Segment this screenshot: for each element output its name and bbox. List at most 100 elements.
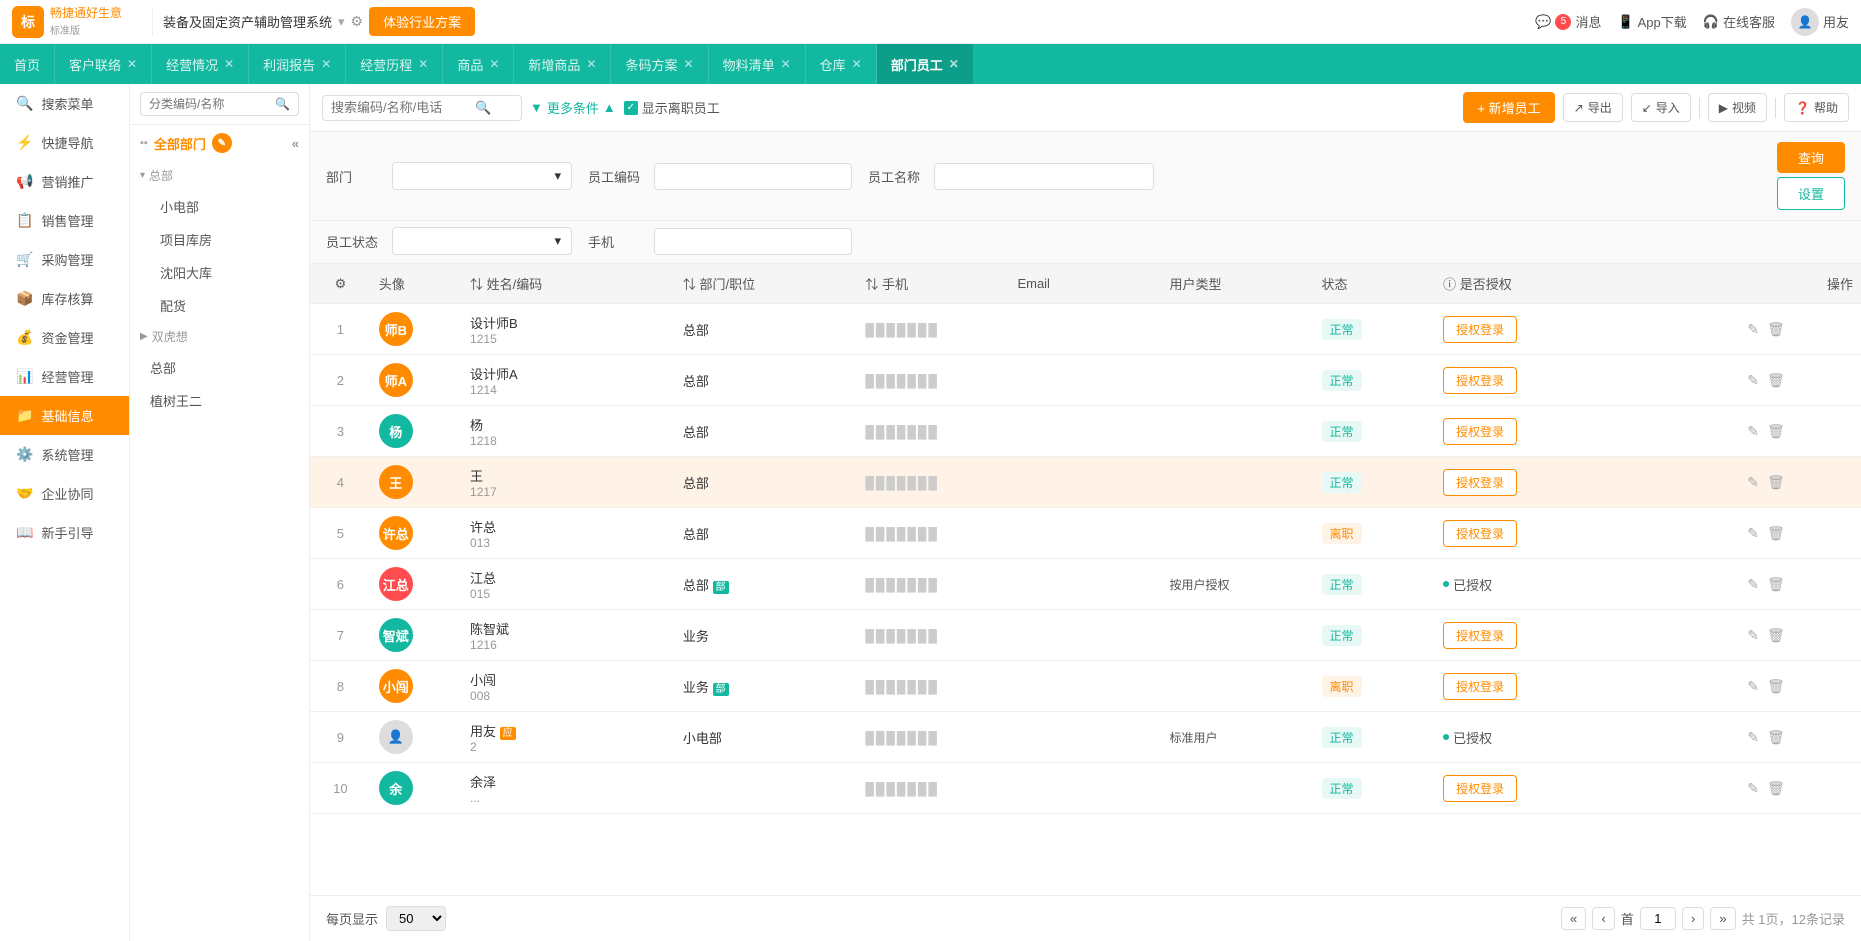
- auth-login-btn[interactable]: 授权登录: [1443, 469, 1517, 496]
- edit-icon[interactable]: ✎: [1747, 729, 1759, 746]
- dept-item-zhishu[interactable]: 植树王二: [130, 384, 309, 417]
- dept-item-xiangmu[interactable]: 项目库房: [130, 223, 309, 256]
- tab-barcode-close[interactable]: ✕: [684, 57, 694, 71]
- edit-icon[interactable]: ✎: [1747, 474, 1759, 491]
- tab-material[interactable]: 物料清单 ✕: [709, 44, 806, 84]
- tab-employee-close[interactable]: ✕: [949, 57, 959, 71]
- tab-goods-close[interactable]: ✕: [489, 57, 499, 71]
- auth-login-btn[interactable]: 授权登录: [1443, 418, 1517, 445]
- sidebar-item-marketing[interactable]: 📢 营销推广: [0, 162, 129, 201]
- delete-icon[interactable]: 🗑: [1767, 729, 1785, 746]
- dept-item-zongbu2[interactable]: 总部: [130, 351, 309, 384]
- search-box[interactable]: 🔍: [322, 95, 522, 121]
- sidebar-item-collab[interactable]: 🤝 企业协同: [0, 474, 129, 513]
- user-avatar-btn[interactable]: 👤 用友: [1791, 8, 1849, 36]
- sidebar-item-quicknav[interactable]: ⚡ 快捷导航: [0, 123, 129, 162]
- auth-login-btn[interactable]: 授权登录: [1443, 622, 1517, 649]
- auth-login-btn[interactable]: 授权登录: [1443, 775, 1517, 802]
- auth-login-btn[interactable]: 授权登录: [1443, 367, 1517, 394]
- last-page-btn[interactable]: »: [1710, 907, 1735, 930]
- query-btn[interactable]: 查询: [1777, 142, 1845, 173]
- add-employee-btn[interactable]: + 新增员工: [1463, 92, 1554, 123]
- tab-profit[interactable]: 利润报告 ✕: [249, 44, 346, 84]
- online-service-btn[interactable]: 🎧 在线客服: [1703, 12, 1775, 31]
- import-btn[interactable]: ↙ 导入: [1631, 93, 1691, 122]
- edit-icon[interactable]: ✎: [1747, 780, 1759, 797]
- trial-btn[interactable]: 体验行业方案: [369, 7, 475, 36]
- status-filter-select[interactable]: ▾: [392, 227, 572, 255]
- tab-material-close[interactable]: ✕: [781, 57, 791, 71]
- sidebar-item-search[interactable]: 🔍 搜索菜单: [0, 84, 129, 123]
- show-resigned-toggle[interactable]: ✓ 显示离职员工: [624, 98, 720, 117]
- delete-icon[interactable]: 🗑: [1767, 423, 1785, 440]
- dept-item-shenyang[interactable]: 沈阳大库: [130, 256, 309, 289]
- delete-icon[interactable]: 🗑: [1767, 780, 1785, 797]
- app-download-btn[interactable]: 📱 App下载: [1617, 12, 1686, 31]
- emp-code-input[interactable]: [654, 163, 852, 190]
- auth-login-btn[interactable]: 授权登录: [1443, 673, 1517, 700]
- emp-name-input[interactable]: [934, 163, 1154, 190]
- dept-item-xiaodian[interactable]: 小电部: [130, 190, 309, 223]
- tab-warehouse[interactable]: 仓库 ✕: [806, 44, 877, 84]
- dept-search-box[interactable]: 🔍: [140, 92, 299, 116]
- delete-icon[interactable]: 🗑: [1767, 525, 1785, 542]
- edit-icon[interactable]: ✎: [1747, 423, 1759, 440]
- next-page-btn[interactable]: ›: [1682, 907, 1704, 930]
- dept-all-label[interactable]: ▪▪ 全部部门 ✎ «: [130, 125, 309, 161]
- tab-operation[interactable]: 经营情况 ✕: [152, 44, 249, 84]
- view-btn[interactable]: ▶ 视频: [1708, 93, 1767, 122]
- sidebar-item-inventory[interactable]: 📦 库存核算: [0, 279, 129, 318]
- page-input[interactable]: [1640, 907, 1676, 930]
- dept-section-general[interactable]: ▾ 总部: [130, 161, 309, 190]
- col-dept[interactable]: ⇅ 部门/职位: [675, 264, 857, 304]
- tab-new-goods[interactable]: 新增商品 ✕: [514, 44, 611, 84]
- edit-icon[interactable]: ✎: [1747, 678, 1759, 695]
- delete-icon[interactable]: 🗑: [1767, 321, 1785, 338]
- dept-filter-select[interactable]: ▾: [392, 162, 572, 190]
- tab-customer[interactable]: 客户联络 ✕: [55, 44, 152, 84]
- sidebar-item-mgmt[interactable]: 📊 经营管理: [0, 357, 129, 396]
- delete-icon[interactable]: 🗑: [1767, 576, 1785, 593]
- col-settings[interactable]: ⚙: [310, 264, 371, 304]
- help-btn[interactable]: ❓ 帮助: [1784, 93, 1849, 122]
- col-name[interactable]: ⇅ 姓名/编码: [462, 264, 675, 304]
- sidebar-item-purchase[interactable]: 🛒 采购管理: [0, 240, 129, 279]
- set-btn[interactable]: 设置: [1777, 177, 1845, 210]
- phone-input[interactable]: [654, 228, 852, 255]
- tab-goods[interactable]: 商品 ✕: [443, 44, 514, 84]
- edit-icon[interactable]: ✎: [1747, 372, 1759, 389]
- more-conditions-btn[interactable]: ▼ 更多条件 ▲: [530, 98, 616, 117]
- edit-icon[interactable]: ✎: [1747, 525, 1759, 542]
- tab-new-goods-close[interactable]: ✕: [586, 57, 596, 71]
- edit-icon[interactable]: ✎: [1747, 627, 1759, 644]
- tab-employee[interactable]: 部门员工 ✕: [877, 44, 974, 84]
- dept-search-input[interactable]: [149, 97, 271, 111]
- tab-profit-close[interactable]: ✕: [321, 57, 331, 71]
- tab-warehouse-close[interactable]: ✕: [852, 57, 862, 71]
- tab-operation-close[interactable]: ✕: [224, 57, 234, 71]
- search-input[interactable]: [331, 100, 471, 115]
- sidebar-item-sales[interactable]: 📋 销售管理: [0, 201, 129, 240]
- sidebar-item-finance[interactable]: 💰 资金管理: [0, 318, 129, 357]
- sidebar-item-basic[interactable]: 📁 基础信息: [0, 396, 129, 435]
- message-btn[interactable]: 💬 5 消息: [1535, 12, 1601, 31]
- dept-item-peihuo[interactable]: 配货: [130, 289, 309, 322]
- dept-section-double[interactable]: ▶ 双虎想: [130, 322, 309, 351]
- per-page-select[interactable]: 50 100: [386, 906, 446, 931]
- col-phone[interactable]: ⇅ 手机: [857, 264, 1009, 304]
- auth-login-btn[interactable]: 授权登录: [1443, 520, 1517, 547]
- delete-icon[interactable]: 🗑: [1767, 372, 1785, 389]
- export-btn[interactable]: ↗ 导出: [1563, 93, 1623, 122]
- system-title-dropdown-icon[interactable]: ▾: [338, 14, 345, 30]
- tab-customer-close[interactable]: ✕: [127, 57, 137, 71]
- sidebar-item-system[interactable]: ⚙️ 系统管理: [0, 435, 129, 474]
- gear-icon[interactable]: ⚙: [351, 13, 364, 30]
- tab-home[interactable]: 首页: [0, 44, 55, 84]
- dept-collapse-icon[interactable]: «: [292, 136, 299, 151]
- tab-barcode[interactable]: 条码方案 ✕: [611, 44, 708, 84]
- dept-edit-icon[interactable]: ✎: [212, 133, 232, 153]
- auth-login-btn[interactable]: 授权登录: [1443, 316, 1517, 343]
- delete-icon[interactable]: 🗑: [1767, 474, 1785, 491]
- sidebar-item-guide[interactable]: 📖 新手引导: [0, 513, 129, 552]
- first-page-btn[interactable]: «: [1561, 907, 1586, 930]
